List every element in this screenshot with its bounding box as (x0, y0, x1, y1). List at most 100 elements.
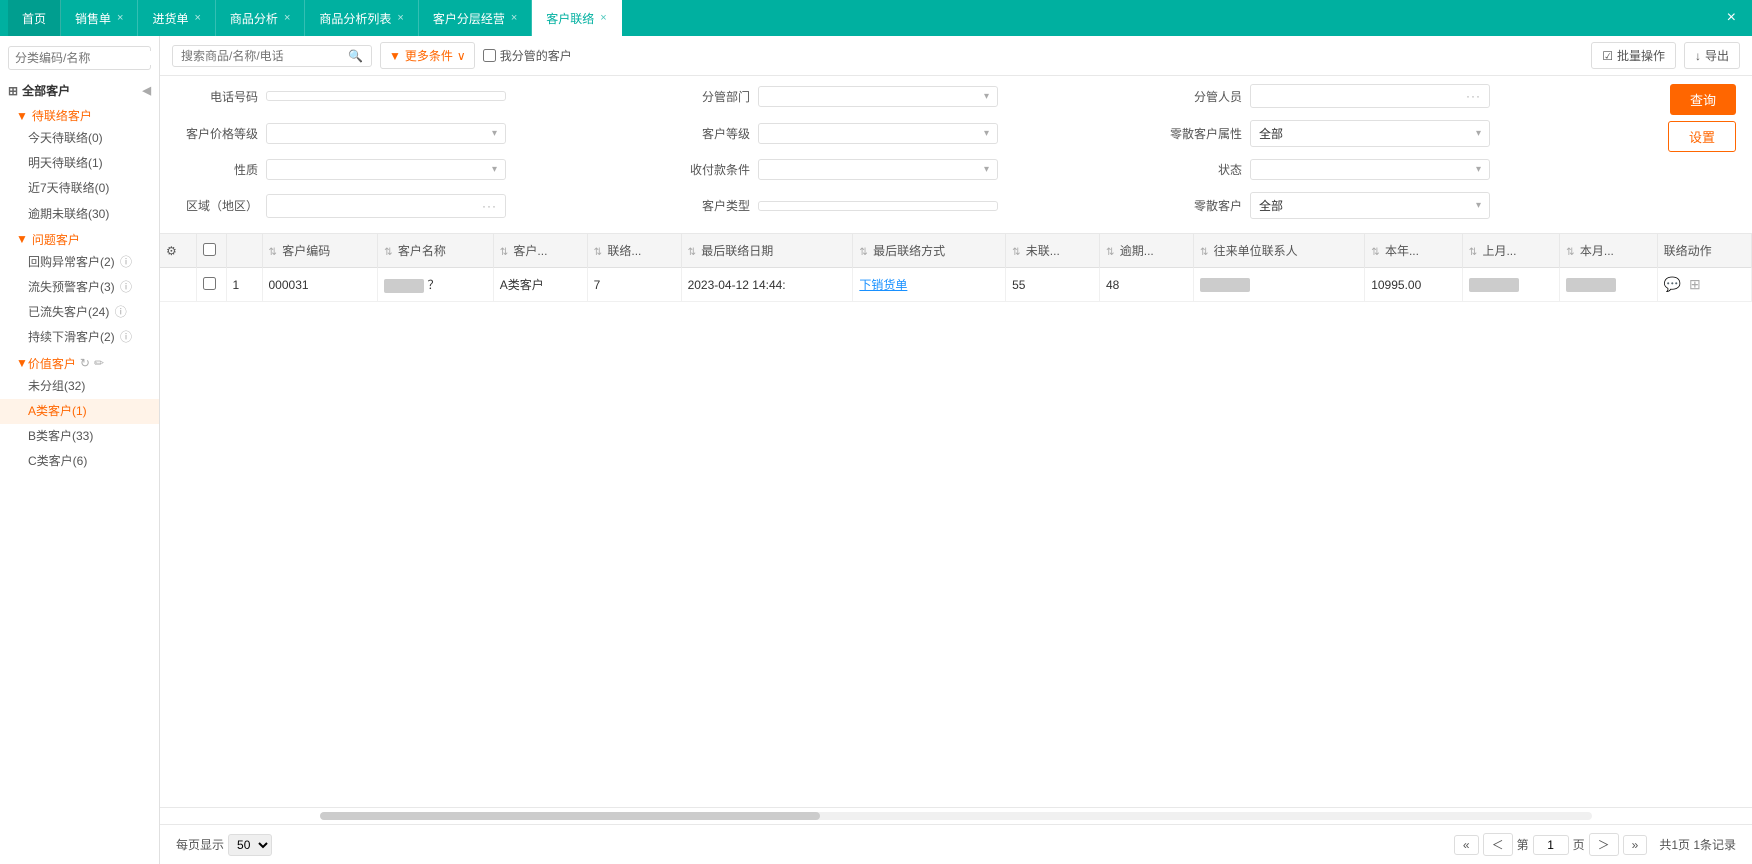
table-row: 1 000031 ？ A类客户 7 2023-04-12 14:44: 下销货单… (160, 268, 1752, 302)
retail-attr-select[interactable]: 全部 ▾ (1250, 120, 1490, 147)
sidebar-search-box[interactable]: 🔍 (8, 46, 151, 70)
col-overdue[interactable]: ⇅ 逾期... (1100, 234, 1194, 268)
batch-operation-btn[interactable]: ☑ 批量操作 (1591, 42, 1676, 69)
region-dots-icon: ··· (482, 199, 497, 213)
nav-tab-sales[interactable]: 销售单 × (61, 0, 138, 36)
sidebar-item-repurchase-abnormal[interactable]: 回购异常客户(2) ⓘ (0, 250, 159, 275)
settings-button[interactable]: 设置 (1668, 121, 1736, 152)
name-sort-icon: ⇅ (384, 247, 392, 258)
col-this-month[interactable]: ⇅ 本月... (1560, 234, 1657, 268)
nav-tab-customer-tier[interactable]: 客户分层经营 × (419, 0, 532, 36)
sidebar-item-today[interactable]: 今天待联络(0) (0, 126, 159, 151)
page-size-selector[interactable]: 每页显示 50 (176, 834, 272, 856)
row-last-contact-method-cell[interactable]: 下销货单 (853, 268, 1006, 302)
main-search-box[interactable]: 🔍 (172, 45, 372, 67)
sidebar-search-input[interactable] (15, 51, 160, 65)
prev-page-btn[interactable]: ＜ (1483, 833, 1513, 856)
col-category[interactable]: ⇅ 客户... (493, 234, 587, 268)
problem-customers-section[interactable]: ▼ 问题客户 (0, 227, 159, 250)
col-name[interactable]: ⇅ 客户名称 (378, 234, 494, 268)
scroll-thumb[interactable] (320, 812, 820, 820)
page-number-input[interactable] (1533, 835, 1569, 855)
col-last-contact-date[interactable]: ⇅ 最后联络日期 (681, 234, 853, 268)
col-no-contact[interactable]: ⇅ 未联... (1006, 234, 1100, 268)
nature-select[interactable]: ▾ (266, 159, 506, 180)
unit-contact-blur (1200, 278, 1250, 292)
my-customers-check[interactable]: 我分管的客户 (483, 47, 572, 64)
contact-method-link[interactable]: 下销货单 (859, 278, 907, 292)
last-page-btn[interactable]: » (1623, 835, 1648, 855)
table-settings-icon[interactable]: ⚙ (166, 244, 177, 258)
status-select[interactable]: ▾ (1250, 159, 1490, 180)
dept-select[interactable]: ▾ (758, 86, 998, 107)
price-grade-select[interactable]: ▾ (266, 123, 506, 144)
window-close-button[interactable]: × (1719, 9, 1744, 27)
col-last-contact-method[interactable]: ⇅ 最后联络方式 (853, 234, 1006, 268)
sidebar-item-c-class[interactable]: C类客户(6) (0, 449, 159, 474)
manager-input[interactable]: ··· (1250, 84, 1490, 108)
filter-chevron-icon: ∨ (457, 49, 466, 63)
payment-select[interactable]: ▾ (758, 159, 998, 180)
col-settings[interactable]: ⚙ (160, 234, 196, 268)
refresh-value-icon[interactable]: ↻ (80, 356, 90, 370)
close-sales-tab[interactable]: × (117, 12, 123, 24)
total-info: 共1页 1条记录 (1659, 836, 1736, 853)
export-icon: ↓ (1695, 49, 1701, 63)
close-analysis-tab[interactable]: × (284, 12, 290, 24)
select-all-checkbox[interactable] (203, 243, 216, 256)
page-size-select[interactable]: 50 (228, 834, 272, 856)
sidebar-item-declining[interactable]: 持续下滑客户(2) ⓘ (0, 325, 159, 350)
manager-label: 分管人员 (1160, 88, 1250, 105)
row-checkbox[interactable] (203, 277, 216, 290)
row-checkbox-cell[interactable] (196, 268, 226, 302)
value-customers-section[interactable]: ▼ 价值客户 ↻ ✏ (0, 351, 159, 374)
edit-value-icon[interactable]: ✏ (94, 356, 104, 370)
my-customers-checkbox[interactable] (483, 49, 496, 62)
main-search-icon[interactable]: 🔍 (348, 49, 363, 63)
collapse-sidebar-btn[interactable]: ◀ (143, 84, 151, 97)
first-page-btn[interactable]: « (1454, 835, 1479, 855)
col-contact[interactable]: ⇅ 联络... (587, 234, 681, 268)
sidebar-item-tomorrow[interactable]: 明天待联络(1) (0, 151, 159, 176)
sidebar-item-7days[interactable]: 近7天待联络(0) (0, 176, 159, 201)
close-customer-tier-tab[interactable]: × (511, 12, 517, 24)
retail-attr-label: 零散客户属性 (1160, 125, 1250, 142)
region-input[interactable]: ··· (266, 194, 506, 218)
close-analysis-list-tab[interactable]: × (397, 12, 403, 24)
message-action-icon[interactable]: 💬 (1664, 276, 1681, 293)
customer-grade-select[interactable]: ▾ (758, 123, 998, 144)
query-button[interactable]: 查询 (1670, 84, 1736, 115)
col-this-year[interactable]: ⇅ 本年... (1365, 234, 1463, 268)
close-purchase-tab[interactable]: × (194, 12, 200, 24)
sidebar-item-b-class[interactable]: B类客户(33) (0, 424, 159, 449)
phone-input[interactable] (266, 91, 506, 101)
retail-customer-select[interactable]: 全部 ▾ (1250, 192, 1490, 219)
horizontal-scrollbar[interactable] (160, 807, 1752, 824)
status-arrow-icon: ▾ (1476, 164, 1481, 175)
export-btn[interactable]: ↓ 导出 (1684, 42, 1740, 69)
col-code[interactable]: ⇅ 客户编码 (262, 234, 378, 268)
sidebar-item-overdue[interactable]: 逾期未联络(30) (0, 202, 159, 227)
next-page-btn[interactable]: ＞ (1589, 833, 1619, 856)
all-customers-header[interactable]: ⊞ 全部客户 ◀ (0, 78, 159, 103)
row-last-contact-date-cell: 2023-04-12 14:44: (681, 268, 853, 302)
col-unit-contact[interactable]: ⇅ 往来单位联系人 (1193, 234, 1364, 268)
sidebar-item-churned[interactable]: 已流失客户(24) ⓘ (0, 300, 159, 325)
nav-tab-analysis-list[interactable]: 商品分析列表 × (305, 0, 418, 36)
filter-bar: 🔍 ▼ 更多条件 ∨ 我分管的客户 ☑ 批量操作 ↓ 导出 (160, 36, 1752, 76)
nav-tab-analysis[interactable]: 商品分析 × (216, 0, 305, 36)
nav-tab-purchase[interactable]: 进货单 × (138, 0, 215, 36)
col-checkbox[interactable] (196, 234, 226, 268)
nav-tab-customer-contact[interactable]: 客户联络 × (532, 0, 621, 36)
main-search-input[interactable] (181, 49, 348, 63)
sidebar-item-ungrouped[interactable]: 未分组(32) (0, 374, 159, 399)
customer-type-input[interactable] (758, 201, 998, 211)
nav-tab-home[interactable]: 首页 (8, 0, 61, 36)
more-conditions-btn[interactable]: ▼ 更多条件 ∨ (380, 42, 475, 69)
qr-action-icon[interactable]: ⊞ (1689, 276, 1701, 293)
close-customer-contact-tab[interactable]: × (600, 12, 606, 24)
col-last-month[interactable]: ⇅ 上月... (1462, 234, 1559, 268)
sidebar-item-a-class[interactable]: A类客户(1) (0, 399, 159, 424)
sidebar-item-churn-warning[interactable]: 流失预警客户(3) ⓘ (0, 275, 159, 300)
pending-contact-section[interactable]: ▼ 待联络客户 (0, 103, 159, 126)
